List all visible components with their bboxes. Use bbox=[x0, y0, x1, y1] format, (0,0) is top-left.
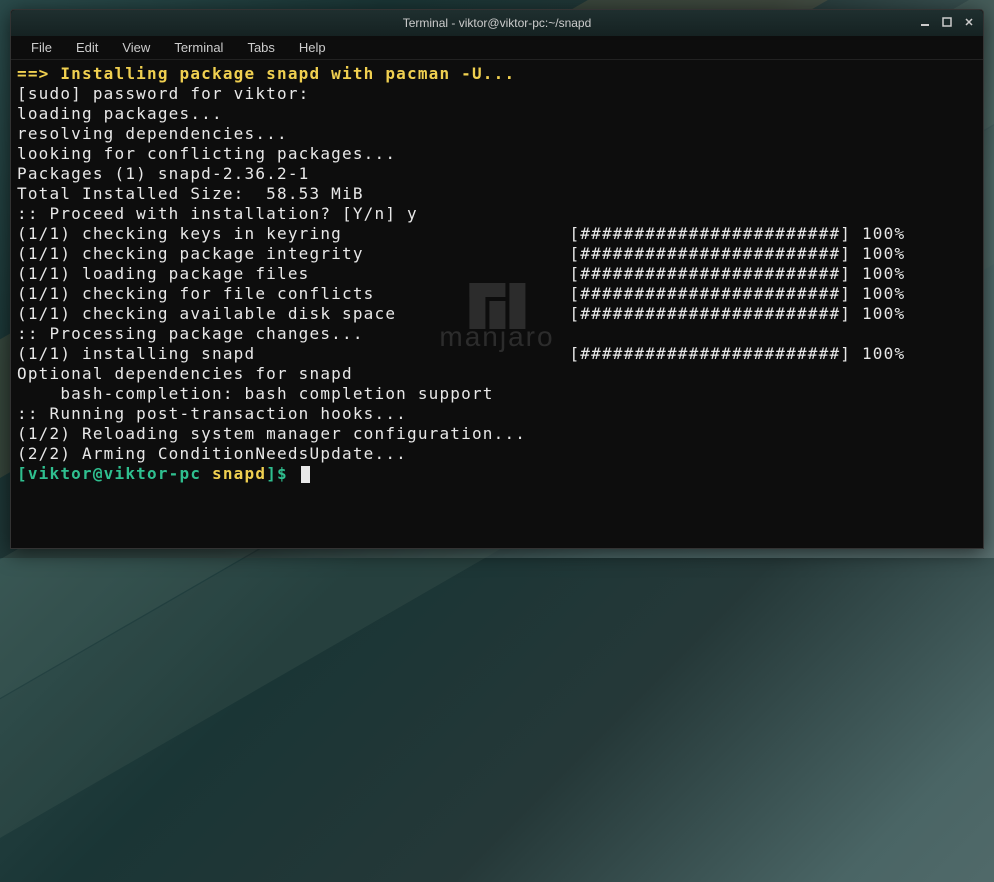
terminal-line: (1/1) checking package integrity [######… bbox=[17, 244, 977, 264]
terminal-window: Terminal - viktor@viktor-pc:~/snapd File… bbox=[10, 9, 984, 549]
terminal-line: (2/2) Arming ConditionNeedsUpdate... bbox=[17, 444, 977, 464]
menu-file[interactable]: File bbox=[21, 38, 62, 57]
terminal-line: (1/1) installing snapd [################… bbox=[17, 344, 977, 364]
terminal-line: Packages (1) snapd-2.36.2-1 bbox=[17, 164, 977, 184]
menu-tabs[interactable]: Tabs bbox=[237, 38, 284, 57]
terminal-line: ==> Installing package snapd with pacman… bbox=[17, 64, 977, 84]
terminal-line: (1/2) Reloading system manager configura… bbox=[17, 424, 977, 444]
menu-view[interactable]: View bbox=[112, 38, 160, 57]
terminal-line: (1/1) checking keys in keyring [########… bbox=[17, 224, 977, 244]
window-controls bbox=[915, 13, 979, 31]
menubar: FileEditViewTerminalTabs Help bbox=[11, 36, 983, 60]
terminal-line: :: Processing package changes... bbox=[17, 324, 977, 344]
prompt-user: viktor@viktor-pc bbox=[28, 464, 201, 483]
terminal-line: Optional dependencies for snapd bbox=[17, 364, 977, 384]
cursor bbox=[301, 466, 310, 483]
terminal-line: looking for conflicting packages... bbox=[17, 144, 977, 164]
terminal-line: resolving dependencies... bbox=[17, 124, 977, 144]
menu-help[interactable]: Help bbox=[289, 38, 336, 57]
terminal-output[interactable]: manjaro ==> Installing package snapd wit… bbox=[11, 60, 983, 548]
prompt-path: snapd bbox=[212, 464, 266, 483]
terminal-line: :: Proceed with installation? [Y/n] y bbox=[17, 204, 977, 224]
terminal-line: loading packages... bbox=[17, 104, 977, 124]
menu-terminal[interactable]: Terminal bbox=[164, 38, 233, 57]
terminal-line: (1/1) checking available disk space [###… bbox=[17, 304, 977, 324]
titlebar[interactable]: Terminal - viktor@viktor-pc:~/snapd bbox=[11, 10, 983, 36]
terminal-line: (1/1) checking for file conflicts [#####… bbox=[17, 284, 977, 304]
window-title: Terminal - viktor@viktor-pc:~/snapd bbox=[403, 16, 592, 30]
maximize-button[interactable] bbox=[937, 13, 957, 31]
terminal-line: [sudo] password for viktor: bbox=[17, 84, 977, 104]
menu-edit[interactable]: Edit bbox=[66, 38, 108, 57]
terminal-line: Total Installed Size: 58.53 MiB bbox=[17, 184, 977, 204]
prompt-line[interactable]: [viktor@viktor-pc snapd]$ bbox=[17, 464, 977, 484]
terminal-line: (1/1) loading package files [###########… bbox=[17, 264, 977, 284]
minimize-button[interactable] bbox=[915, 13, 935, 31]
terminal-line: :: Running post-transaction hooks... bbox=[17, 404, 977, 424]
close-button[interactable] bbox=[959, 13, 979, 31]
terminal-line: bash-completion: bash completion support bbox=[17, 384, 977, 404]
